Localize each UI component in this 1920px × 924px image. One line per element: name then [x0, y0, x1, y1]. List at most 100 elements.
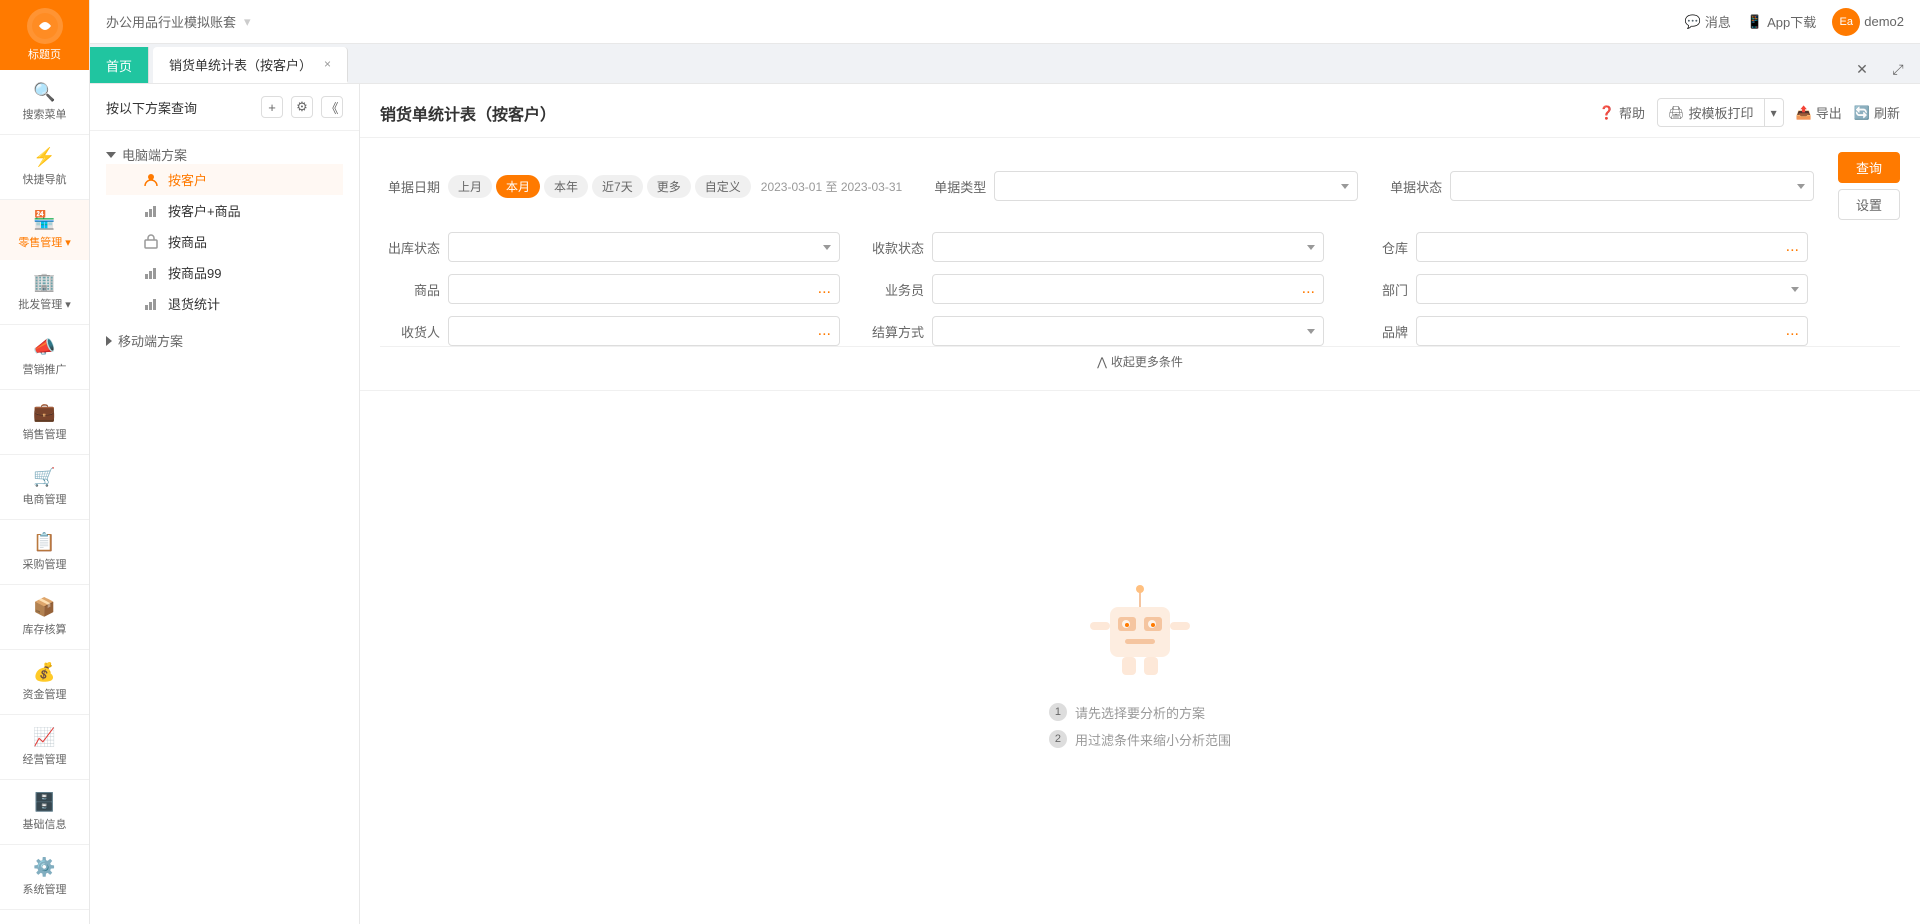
- tab-restore-btn[interactable]: ⤢: [1884, 55, 1912, 83]
- marketing-icon: 📣: [33, 337, 55, 358]
- nav-ecommerce[interactable]: 🛒 电商管理: [0, 455, 89, 520]
- doc-type-select[interactable]: [994, 171, 1358, 201]
- nav-finance[interactable]: 💰 资金管理: [0, 650, 89, 715]
- filter-panel: 按以下方案查询 + ⚙ 《 电脑端方案: [90, 84, 360, 924]
- expand-triangle: [106, 152, 116, 158]
- empty-tips: 1 请先选择要分析的方案 2 用过滤条件来缩小分析范围: [1049, 703, 1231, 749]
- print-icon: 🖨: [1668, 105, 1685, 121]
- app-download-btn[interactable]: 📱 App下载: [1747, 12, 1816, 31]
- goods-dots[interactable]: ...: [818, 280, 831, 298]
- help-btn[interactable]: ❓ 帮助: [1599, 103, 1645, 122]
- recipient-select[interactable]: ...: [448, 316, 840, 346]
- help-label: 帮助: [1619, 103, 1645, 122]
- add-scheme-btn[interactable]: +: [261, 96, 283, 118]
- date-btn-more[interactable]: 更多: [647, 175, 691, 198]
- brand-dots[interactable]: ...: [1786, 322, 1799, 340]
- tip-text-1: 请先选择要分析的方案: [1075, 703, 1205, 722]
- settlement-label: 结算方式: [864, 322, 924, 341]
- scheme-group-header-mobile[interactable]: 移动端方案: [106, 331, 343, 350]
- app-download-label: App下载: [1767, 12, 1816, 31]
- user-avatar: Ea: [1832, 8, 1860, 36]
- warehouse-select[interactable]: ...: [1416, 232, 1808, 262]
- scheme-section: 电脑端方案 按客户 按客户+商品: [90, 131, 359, 364]
- scheme-group-desktop-label: 电脑端方案: [122, 145, 187, 164]
- date-btn-last-7-days[interactable]: 近7天: [592, 175, 643, 198]
- breadcrumb: 办公用品行业模拟账套: [106, 12, 236, 31]
- payment-status-select[interactable]: [932, 232, 1324, 262]
- nav-retail[interactable]: 🏪 零售管理 ▾: [0, 200, 89, 260]
- scheme-group-desktop: 电脑端方案 按客户 按客户+商品: [90, 139, 359, 325]
- user-area[interactable]: Ea demo2: [1832, 8, 1904, 36]
- filter-row-2: 出库状态 收款状态 仓库: [380, 232, 1900, 262]
- nav-system[interactable]: ⚙️ 系统管理: [0, 845, 89, 910]
- logo-area[interactable]: 标题页: [0, 0, 89, 70]
- doc-status-select[interactable]: [1450, 171, 1814, 201]
- settings-btn[interactable]: 设置: [1838, 189, 1900, 220]
- goods-field: 商品 ...: [380, 274, 840, 304]
- brand-select[interactable]: ...: [1416, 316, 1808, 346]
- nav-marketing-label: 营销推广: [23, 361, 67, 377]
- scheme-item-by-goods[interactable]: 按商品: [106, 226, 343, 257]
- filter-row-1: 单据日期 上月 本月 本年 近7天 更多 自定义 2023-03-01 至 20…: [380, 152, 1900, 220]
- nav-inventory[interactable]: 📦 库存核算: [0, 585, 89, 650]
- salesperson-dots[interactable]: ...: [1302, 280, 1315, 298]
- settlement-arrow: [1307, 329, 1315, 334]
- dept-select[interactable]: [1416, 274, 1808, 304]
- out-status-select[interactable]: [448, 232, 840, 262]
- out-status-label: 出库状态: [380, 238, 440, 257]
- nav-operations[interactable]: 📈 经营管理: [0, 715, 89, 780]
- recipient-dots[interactable]: ...: [818, 322, 831, 340]
- nav-basic[interactable]: 🗄️ 基础信息: [0, 780, 89, 845]
- date-range: 2023-03-01 至 2023-03-31: [761, 178, 902, 195]
- collapse-panel-btn[interactable]: 《: [321, 96, 343, 118]
- tip-num-1: 1: [1049, 703, 1067, 721]
- settlement-select[interactable]: [932, 316, 1324, 346]
- filter-panel-actions: + ⚙ 《: [261, 96, 343, 118]
- nav-marketing[interactable]: 📣 营销推广: [0, 325, 89, 390]
- nav-wholesale[interactable]: 🏢 批发管理 ▾: [0, 260, 89, 325]
- goods-select[interactable]: ...: [448, 274, 840, 304]
- tab-home[interactable]: 首页: [90, 47, 149, 83]
- collapse-btn[interactable]: ⋀ 收起更多条件: [380, 346, 1900, 376]
- user-name: demo2: [1864, 14, 1904, 29]
- tab-home-label: 首页: [106, 56, 132, 75]
- nav-sales[interactable]: 💼 销售管理: [0, 390, 89, 455]
- scheme-item-by-customer[interactable]: 按客户: [106, 164, 343, 195]
- date-btn-this-year[interactable]: 本年: [544, 175, 588, 198]
- export-btn[interactable]: 📤 导出: [1796, 103, 1842, 122]
- date-btn-custom[interactable]: 自定义: [695, 175, 751, 198]
- tab-close-window-btn[interactable]: ✕: [1848, 55, 1876, 83]
- salesperson-select[interactable]: ...: [932, 274, 1324, 304]
- nav-enterprise[interactable]: 🤝 企业协同: [0, 910, 89, 924]
- out-status-arrow: [823, 245, 831, 250]
- nav-search[interactable]: 🔍 搜索菜单: [0, 70, 89, 135]
- template-print-dropdown-btn[interactable]: ▾: [1765, 102, 1783, 124]
- wholesale-icon: 🏢: [33, 272, 55, 293]
- template-print-btn[interactable]: 🖨 按模板打印: [1658, 99, 1765, 126]
- settlement-field: 结算方式: [864, 316, 1324, 346]
- scheme-group-mobile-label: 移动端方案: [118, 331, 183, 350]
- refresh-btn[interactable]: 🔄 刷新: [1854, 103, 1900, 122]
- date-btn-this-month[interactable]: 本月: [496, 175, 540, 198]
- date-btn-last-month[interactable]: 上月: [448, 175, 492, 198]
- top-header: 办公用品行业模拟账套 ▾ 💬 消息 📱 App下载 Ea demo2: [90, 0, 1920, 44]
- logo-icon: [27, 8, 63, 44]
- query-btn[interactable]: 查询: [1838, 152, 1900, 183]
- warehouse-dots[interactable]: ...: [1786, 238, 1799, 256]
- tip-num-2: 2: [1049, 730, 1067, 748]
- message-btn[interactable]: 💬 消息: [1685, 12, 1731, 31]
- tab-sales-stat[interactable]: 销货单统计表（按客户） ×: [153, 47, 348, 83]
- scheme-item-return-stat[interactable]: 退货统计: [106, 288, 343, 319]
- filter-actions: 查询 设置: [1838, 152, 1900, 220]
- nav-purchase[interactable]: 📋 采购管理: [0, 520, 89, 585]
- brand-label: 品牌: [1348, 322, 1408, 341]
- scheme-item-by-customer-goods[interactable]: 按客户+商品: [106, 195, 343, 226]
- settings-scheme-btn[interactable]: ⚙: [291, 96, 313, 118]
- nav-quick[interactable]: ⚡ 快捷导航: [0, 135, 89, 200]
- tab-close-btn[interactable]: ×: [324, 57, 331, 71]
- scheme-group-header-desktop[interactable]: 电脑端方案: [106, 145, 343, 164]
- mobile-expand-triangle: [106, 336, 112, 346]
- nav-basic-label: 基础信息: [23, 816, 67, 832]
- scheme-item-by-goods-99[interactable]: 按商品99: [106, 257, 343, 288]
- message-label: 消息: [1705, 12, 1731, 31]
